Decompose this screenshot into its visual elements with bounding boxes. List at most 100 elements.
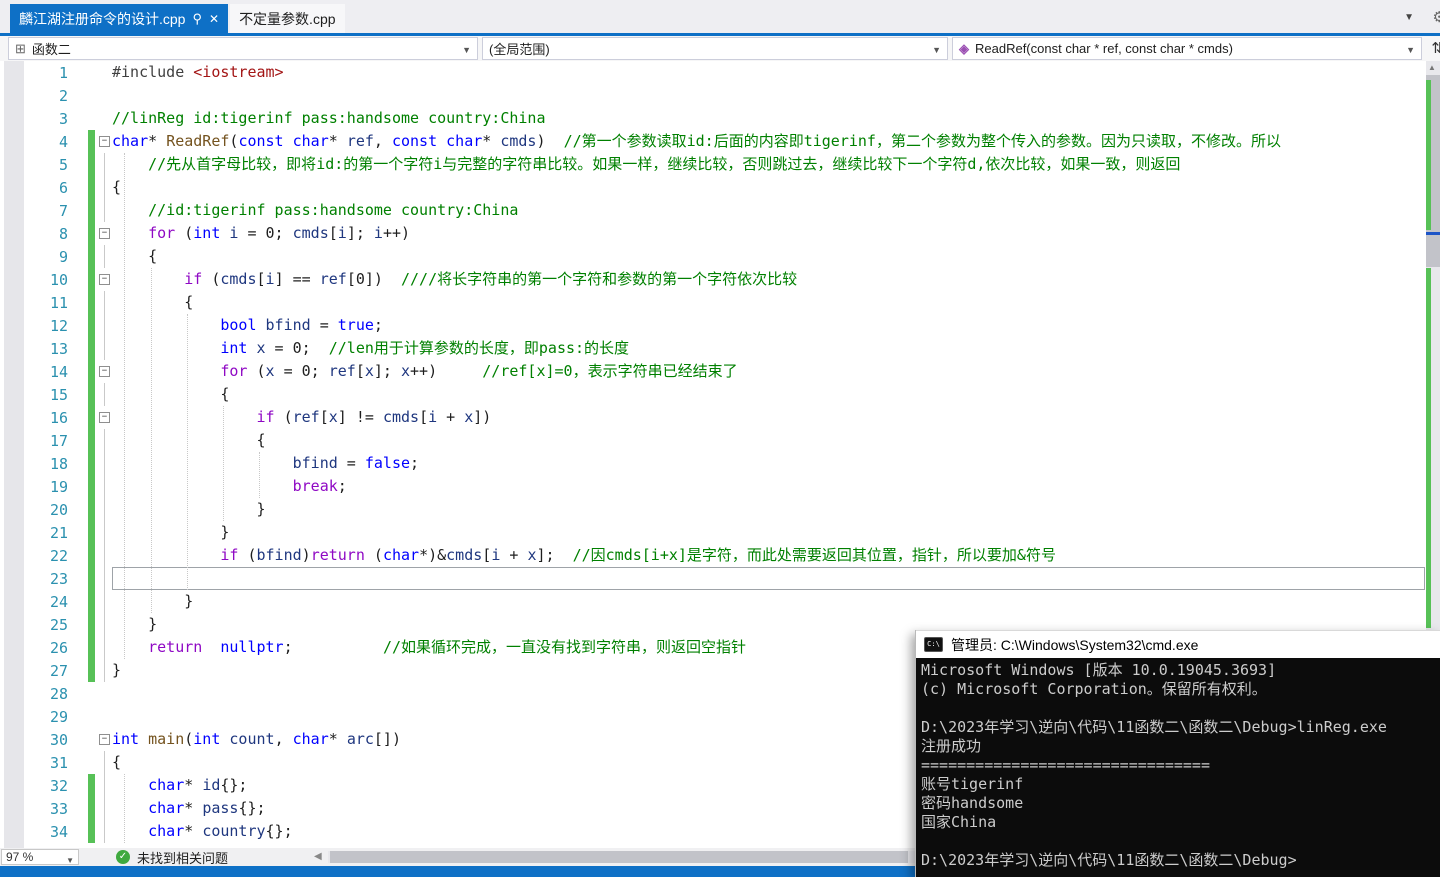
code-token: {}; [220,776,248,794]
code-text[interactable]: for (x = 0; ref[x]; x++) //ref[x]=0，表示字符… [112,360,1425,383]
fold-collapse-icon[interactable]: − [99,274,110,285]
code-text[interactable]: break; [112,475,1425,498]
scroll-left-arrow-icon[interactable]: ◀ [314,851,322,862]
chevron-down-icon: ▼ [932,45,941,55]
tab-file-active[interactable]: 麟江湖注册命令的设计.cpp ⚲ ✕ [10,4,229,33]
code-text[interactable]: //先从首字母比较，即将id:的第一个字符i与完整的字符串比较。如果一样，继续比… [112,153,1425,176]
code-text[interactable]: } [112,498,1425,521]
code-text[interactable]: char* ReadRef(const char* ref, const cha… [112,130,1425,153]
code-line[interactable]: 23 [0,567,1440,590]
code-token: ( [238,546,257,564]
code-line[interactable]: 13 int x = 0; //len用于计算参数的长度，即pass:的长度 [0,337,1440,360]
code-line[interactable]: 10 − if (cmds[i] == ref[0]) ////将长字符串的第一个… [0,268,1440,291]
tab-overflow-chevron-icon[interactable]: ▼ [1404,12,1414,23]
scroll-up-arrow-icon[interactable]: ▲ [1428,63,1436,72]
code-text[interactable]: bfind = false; [112,452,1425,475]
console-title-bar[interactable]: C:\ 管理员: C:\Windows\System32\cmd.exe [916,630,1440,658]
change-tracking-bar [88,245,95,268]
document-health-indicator[interactable]: ✓ 未找到相关问题 [116,849,228,866]
code-text[interactable]: //id:tigerinf pass:handsome country:Chin… [112,199,1425,222]
change-tracking-bar [88,268,95,291]
window-options-gear-icon[interactable]: ⚙ [1433,8,1440,26]
code-line[interactable]: 14− for (x = 0; ref[x]; x++) //ref[x]=0，… [0,360,1440,383]
code-text[interactable]: int x = 0; //len用于计算参数的长度，即pass:的长度 [112,337,1425,360]
code-line[interactable]: 22 if (bfind)return (char*)&cmds[i + x];… [0,544,1440,567]
code-line[interactable]: 21 } [0,521,1440,544]
code-line[interactable]: 11 { [0,291,1440,314]
code-line[interactable]: 12 bool bfind = true; [0,314,1440,337]
code-text[interactable]: #include <iostream> [112,61,1425,84]
pin-icon[interactable]: ⚲ [192,11,202,27]
fold-collapse-icon[interactable]: − [99,734,110,745]
code-text[interactable]: { [112,176,1425,199]
project-scope-dropdown[interactable]: ⊞ 函数二 ▼ [8,37,478,60]
code-text[interactable] [112,84,1425,107]
code-text[interactable]: { [112,291,1425,314]
code-text[interactable]: } [112,590,1425,613]
code-token: } [112,661,122,679]
code-line[interactable]: 19 break; [0,475,1440,498]
horizontal-scrollbar-thumb[interactable] [330,851,908,863]
fold-collapse-icon[interactable]: − [99,366,110,377]
change-tracking-bar [88,521,95,544]
code-line[interactable]: 1 #include <iostream> [0,61,1440,84]
cmd-console-window[interactable]: C:\ 管理员: C:\Windows\System32\cmd.exe Mic… [915,630,1440,877]
outline-margin [97,429,112,452]
code-token: cmds [292,224,329,242]
code-token: [0]) [346,270,401,288]
code-text[interactable]: { [112,245,1425,268]
split-window-icon[interactable]: ⇅ [1431,39,1440,57]
console-output[interactable]: Microsoft Windows [版本 10.0.19045.3693] (c… [916,658,1440,877]
code-token: bfind [265,316,311,334]
horizontal-scrollbar[interactable] [328,851,915,863]
code-line[interactable]: 17 { [0,429,1440,452]
change-tracking-bar [88,107,95,130]
code-text[interactable]: bool bfind = true; [112,314,1425,337]
code-line[interactable]: 18 bfind = false; [0,452,1440,475]
code-text[interactable]: if (cmds[i] == ref[0]) ////将长字符串的第一个字符和参… [112,268,1425,291]
code-line[interactable]: 24 } [0,590,1440,613]
change-tracking-bar [88,61,95,84]
fold-collapse-icon[interactable]: − [99,136,110,147]
code-token: ( [175,224,194,242]
fold-collapse-icon[interactable]: − [99,412,110,423]
outline-margin [97,590,112,613]
member-scope-dropdown[interactable]: ◈ ReadRef(const char * ref, const char *… [952,37,1422,60]
fold-collapse-icon[interactable]: − [99,228,110,239]
code-token: ////将长字符串的第一个字符和参数的第一个字符依次比较 [401,270,798,288]
code-line[interactable]: 8− for (int i = 0; cmds[i]; i++) [0,222,1440,245]
type-scope-dropdown[interactable]: (全局范围) ▼ [482,37,948,60]
code-line[interactable]: 16− if (ref[x] != cmds[i + x]) [0,406,1440,429]
code-line[interactable]: 9 { [0,245,1440,268]
code-line[interactable]: 6{ [0,176,1440,199]
code-text[interactable]: if (ref[x] != cmds[i + x]) [112,406,1425,429]
change-tracking-bar [88,797,95,820]
code-token: ; [283,638,383,656]
code-token: ]; [346,224,374,242]
code-line[interactable]: 3 //linReg id:tigerinf pass:handsome coun… [0,107,1440,130]
code-text[interactable]: if (bfind)return (char*)&cmds[i + x]; //… [112,544,1425,567]
code-text[interactable]: for (int i = 0; cmds[i]; i++) [112,222,1425,245]
code-line[interactable]: 7 //id:tigerinf pass:handsome country:Ch… [0,199,1440,222]
code-text[interactable]: //linReg id:tigerinf pass:handsome count… [112,107,1425,130]
code-text[interactable]: { [112,383,1425,406]
code-line[interactable]: 4 − char* ReadRef(const char* ref, const c… [0,130,1440,153]
code-line[interactable]: 20 } [0,498,1440,521]
code-token: []) [373,730,401,748]
tab-file-inactive[interactable]: 不定量参数.cpp [230,4,345,33]
code-text[interactable] [112,567,1425,590]
zoom-level-dropdown[interactable]: 97 % ▼ [1,849,79,865]
change-tracking-bar [88,429,95,452]
code-line[interactable]: 2 [0,84,1440,107]
code-token: } [112,523,230,541]
code-text[interactable]: } [112,521,1425,544]
code-token: [ [319,408,329,426]
code-token: } [112,615,158,633]
code-text[interactable]: { [112,429,1425,452]
code-line[interactable]: 5 //先从首字母比较，即将id:的第一个字符i与完整的字符串比较。如果一样，继… [0,153,1440,176]
close-icon[interactable]: ✕ [209,12,219,26]
code-token: ) [301,546,311,564]
code-line[interactable]: 15 { [0,383,1440,406]
